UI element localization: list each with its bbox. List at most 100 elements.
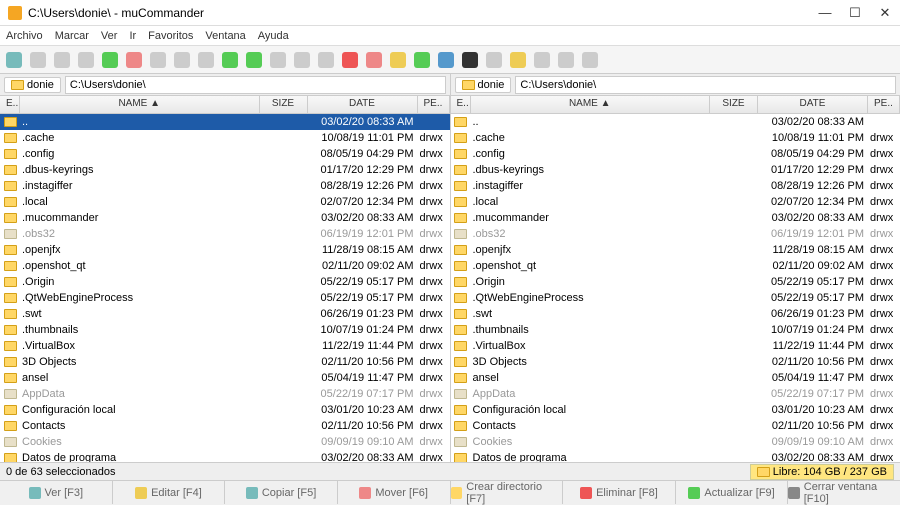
fwd-icon[interactable]: [54, 52, 70, 68]
fkey-button[interactable]: Ver [F3]: [0, 481, 113, 504]
new-window-icon[interactable]: [6, 52, 22, 68]
back-icon[interactable]: [30, 52, 46, 68]
stop2-icon[interactable]: [198, 52, 214, 68]
term-icon[interactable]: [462, 52, 478, 68]
menu-archivo[interactable]: Archivo: [6, 30, 43, 42]
table-row[interactable]: .cache10/08/19 11:01 PMdrwx: [0, 130, 450, 146]
table-row[interactable]: AppData05/22/19 07:17 PMdrwx: [0, 386, 450, 402]
table-row[interactable]: .swt06/26/19 01:23 PMdrwx: [451, 306, 900, 322]
table-row[interactable]: .obs3206/19/19 12:01 PMdrwx: [0, 226, 450, 242]
table-row[interactable]: ansel05/04/19 11:47 PMdrwx: [451, 370, 900, 386]
table-row[interactable]: .obs3206/19/19 12:01 PMdrwx: [451, 226, 900, 242]
sep2-icon[interactable]: [294, 52, 310, 68]
fkey-button[interactable]: Crear directorio [F7]: [451, 481, 564, 504]
close-button[interactable]: ✕: [878, 6, 892, 20]
left-folder-button[interactable]: donie: [4, 77, 61, 93]
table-row[interactable]: AppData05/22/19 07:17 PMdrwx: [451, 386, 900, 402]
table-row[interactable]: .VirtualBox11/22/19 11:44 PMdrwx: [451, 338, 900, 354]
menu-ayuda[interactable]: Ayuda: [258, 30, 289, 42]
header-perm[interactable]: PE..: [418, 96, 450, 113]
table-row[interactable]: .openshot_qt02/11/20 09:02 AMdrwx: [0, 258, 450, 274]
home-icon[interactable]: [126, 52, 142, 68]
table-row[interactable]: .local02/07/20 12:34 PMdrwx: [0, 194, 450, 210]
header-name[interactable]: NAME ▲: [471, 96, 711, 113]
table-row[interactable]: .VirtualBox11/22/19 11:44 PMdrwx: [0, 338, 450, 354]
sync-icon[interactable]: [246, 52, 262, 68]
sep-icon[interactable]: [270, 52, 286, 68]
menu-marcar[interactable]: Marcar: [55, 30, 89, 42]
header-size[interactable]: SIZE: [260, 96, 308, 113]
table-row[interactable]: .QtWebEngineProcess05/22/19 05:17 PMdrwx: [0, 290, 450, 306]
select-icon[interactable]: [414, 52, 430, 68]
table-row[interactable]: Cookies09/09/19 09:10 AMdrwx: [0, 434, 450, 450]
fkey-button[interactable]: Mover [F6]: [338, 481, 451, 504]
menu-favoritos[interactable]: Favoritos: [148, 30, 193, 42]
menu-ventana[interactable]: Ventana: [205, 30, 245, 42]
table-row[interactable]: Contacts02/11/20 10:56 PMdrwx: [451, 418, 900, 434]
fkey-button[interactable]: Eliminar [F8]: [563, 481, 676, 504]
left-headers[interactable]: E.. NAME ▲ SIZE DATE PE..: [0, 96, 450, 114]
table-row[interactable]: Datos de programa03/02/20 08:33 AMdrwx: [451, 450, 900, 462]
table-row[interactable]: Contacts02/11/20 10:56 PMdrwx: [0, 418, 450, 434]
table-row[interactable]: .thumbnails10/07/19 01:24 PMdrwx: [451, 322, 900, 338]
sep4-icon[interactable]: [486, 52, 502, 68]
fkey-button[interactable]: Editar [F4]: [113, 481, 226, 504]
table-row[interactable]: Datos de programa03/02/20 08:33 AMdrwx: [0, 450, 450, 462]
table-row[interactable]: .mucommander03/02/20 08:33 AMdrwx: [0, 210, 450, 226]
table-row[interactable]: .local02/07/20 12:34 PMdrwx: [451, 194, 900, 210]
right-path-input[interactable]: C:\Users\donie\: [515, 76, 896, 94]
up-icon[interactable]: [78, 52, 94, 68]
table-row[interactable]: .dbus-keyrings01/17/20 12:29 PMdrwx: [0, 162, 450, 178]
menu-ver[interactable]: Ver: [101, 30, 118, 42]
swap-icon[interactable]: [222, 52, 238, 68]
table-row[interactable]: Configuración local03/01/20 10:23 AMdrwx: [451, 402, 900, 418]
prefs-icon[interactable]: [582, 52, 598, 68]
invert-icon[interactable]: [390, 52, 406, 68]
table-row[interactable]: .openjfx11/28/19 08:15 AMdrwx: [0, 242, 450, 258]
left-path-input[interactable]: C:\Users\donie\: [65, 76, 446, 94]
header-date[interactable]: DATE: [308, 96, 418, 113]
table-row[interactable]: .QtWebEngineProcess05/22/19 05:17 PMdrwx: [451, 290, 900, 306]
refresh-icon[interactable]: [102, 52, 118, 68]
table-row[interactable]: .dbus-keyrings01/17/20 12:29 PMdrwx: [451, 162, 900, 178]
table-row[interactable]: .instagiffer08/28/19 12:26 PMdrwx: [0, 178, 450, 194]
menu-ir[interactable]: Ir: [129, 30, 136, 42]
maximize-button[interactable]: ☐: [848, 6, 862, 20]
table-row[interactable]: .thumbnails10/07/19 01:24 PMdrwx: [0, 322, 450, 338]
right-folder-button[interactable]: donie: [455, 77, 512, 93]
table-row[interactable]: ansel05/04/19 11:47 PMdrwx: [0, 370, 450, 386]
table-row[interactable]: .config08/05/19 04:29 PMdrwx: [451, 146, 900, 162]
compare-icon[interactable]: [438, 52, 454, 68]
header-perm[interactable]: PE..: [868, 96, 900, 113]
table-row[interactable]: .Origin05/22/19 05:17 PMdrwx: [0, 274, 450, 290]
table-row[interactable]: .openjfx11/28/19 08:15 AMdrwx: [451, 242, 900, 258]
roots-icon[interactable]: [150, 52, 166, 68]
unmark-icon[interactable]: [366, 52, 382, 68]
fkey-button[interactable]: Actualizar [F9]: [676, 481, 789, 504]
right-file-list[interactable]: ..03/02/20 08:33 AM.cache10/08/19 11:01 …: [451, 114, 900, 462]
fkey-button[interactable]: Cerrar ventana [F10]: [788, 481, 900, 504]
header-size[interactable]: SIZE: [710, 96, 758, 113]
table-row[interactable]: .Origin05/22/19 05:17 PMdrwx: [451, 274, 900, 290]
sep3-icon[interactable]: [318, 52, 334, 68]
table-row[interactable]: 3D Objects02/11/20 10:56 PMdrwx: [451, 354, 900, 370]
fkey-button[interactable]: Copiar [F5]: [225, 481, 338, 504]
sep5-icon[interactable]: [558, 52, 574, 68]
header-date[interactable]: DATE: [758, 96, 868, 113]
stop-icon[interactable]: [174, 52, 190, 68]
left-file-list[interactable]: ..03/02/20 08:33 AM.cache10/08/19 11:01 …: [0, 114, 450, 462]
right-headers[interactable]: E.. NAME ▲ SIZE DATE PE..: [451, 96, 900, 114]
header-name[interactable]: NAME ▲: [20, 96, 260, 113]
table-row[interactable]: Configuración local03/01/20 10:23 AMdrwx: [0, 402, 450, 418]
table-row[interactable]: ..03/02/20 08:33 AM: [451, 114, 900, 130]
table-row[interactable]: 3D Objects02/11/20 10:56 PMdrwx: [0, 354, 450, 370]
minimize-button[interactable]: —: [818, 6, 832, 20]
table-row[interactable]: .instagiffer08/28/19 12:26 PMdrwx: [451, 178, 900, 194]
table-row[interactable]: .cache10/08/19 11:01 PMdrwx: [451, 130, 900, 146]
header-ext[interactable]: E..: [451, 96, 471, 113]
props-icon[interactable]: [534, 52, 550, 68]
mark-icon[interactable]: [342, 52, 358, 68]
header-ext[interactable]: E..: [0, 96, 20, 113]
table-row[interactable]: .mucommander03/02/20 08:33 AMdrwx: [451, 210, 900, 226]
table-row[interactable]: ..03/02/20 08:33 AM: [0, 114, 450, 130]
